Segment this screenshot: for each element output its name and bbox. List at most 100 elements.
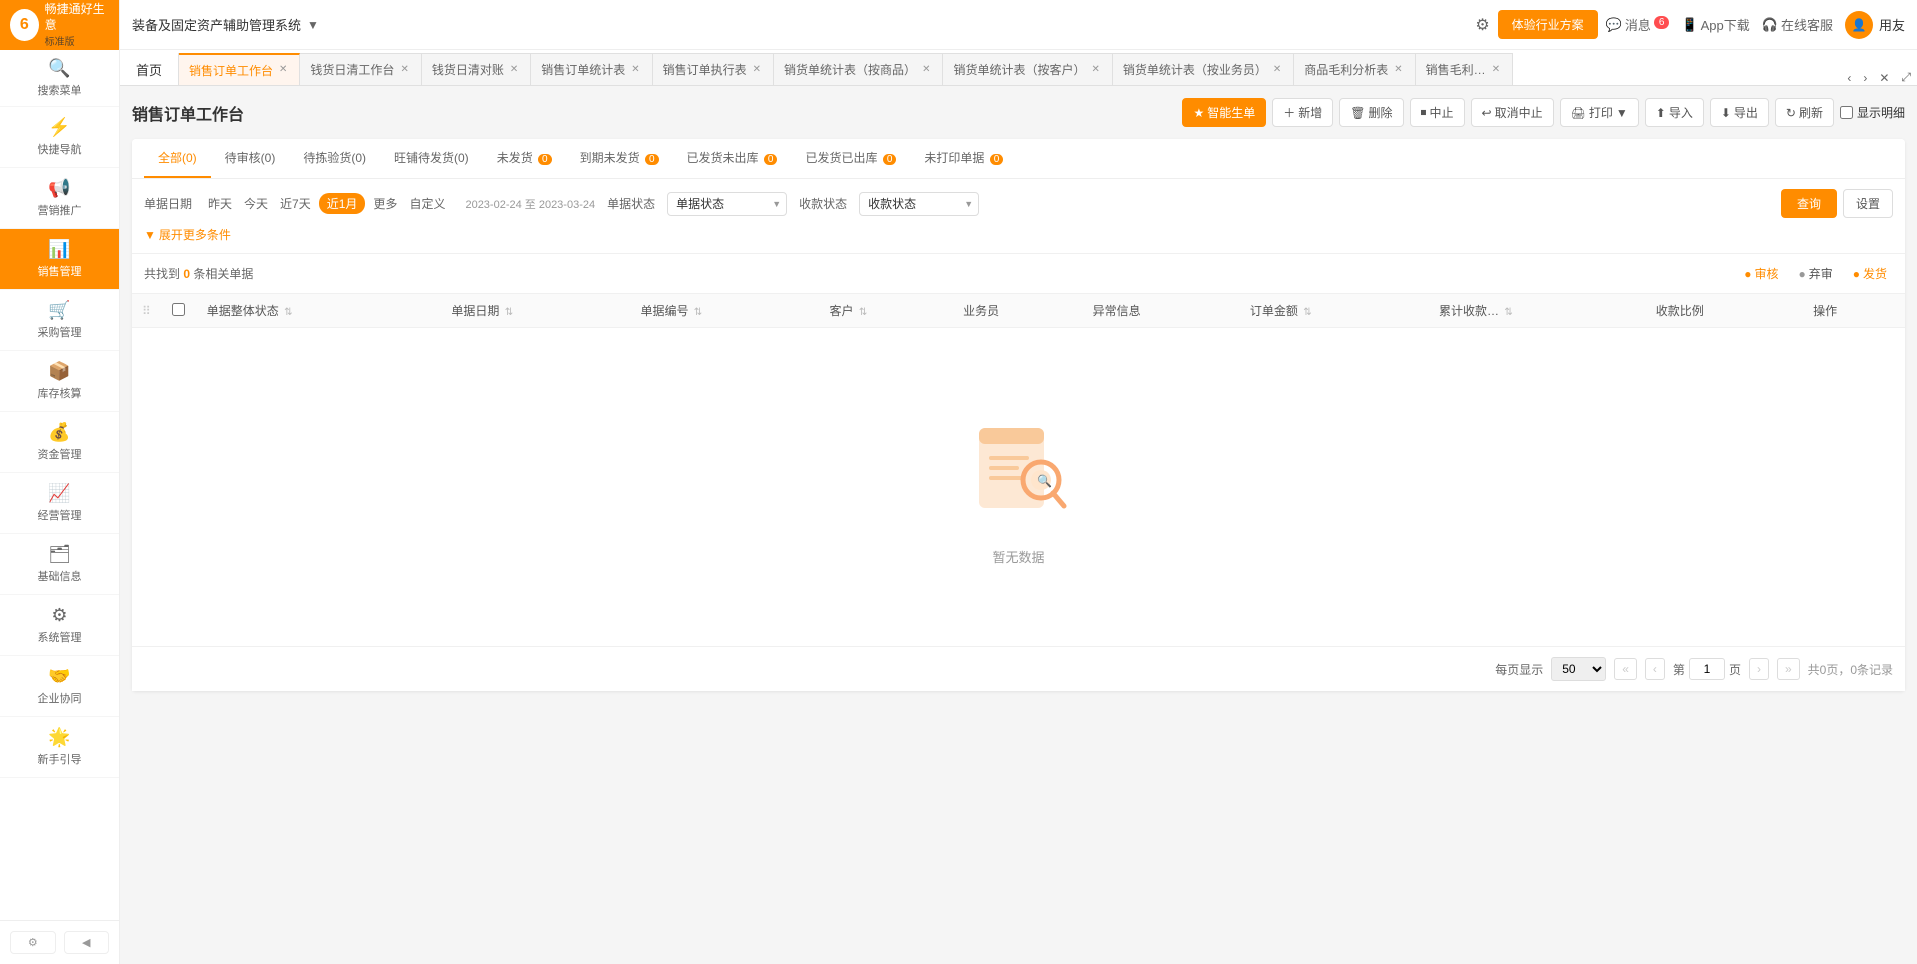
page-number-input[interactable] [1689,658,1725,680]
sort-collected-icon[interactable]: ⇅ [1504,307,1512,318]
date-btn-yesterday[interactable]: 昨天 [204,193,236,214]
date-btn-1month[interactable]: 近1月 [319,193,366,214]
sidebar-item-purchase[interactable]: 🛒 采购管理 [0,290,119,351]
date-btn-7days[interactable]: 近7天 [276,193,315,214]
sidebar-item-system[interactable]: ⚙ 系统管理 [0,595,119,656]
sort-customer-icon[interactable]: ⇅ [859,307,867,318]
tab-sales-salesperson[interactable]: 销货单统计表（按业务员） ✕ [1113,53,1294,85]
filter-setting-btn[interactable]: 设置 [1843,189,1893,218]
tab-gross-margin-close[interactable]: ✕ [1392,64,1404,76]
date-filter-btns: 昨天 今天 近7天 近1月 更多 自定义 [204,193,449,214]
sidebar-item-guide[interactable]: 🌟 新手引导 [0,717,119,778]
print-dropdown-icon: ▼ [1616,106,1628,120]
tab-home[interactable]: 首页 [120,53,179,85]
tab-order-exec[interactable]: 销售订单执行表 ✕ [653,53,774,85]
sidebar-item-sales[interactable]: 📊 销售管理 [0,229,119,290]
sidebar-item-enterprise[interactable]: 🤝 企业协同 [0,656,119,717]
subtab-not-shipped[interactable]: 未发货 0 [483,139,566,178]
topbar-gear-btn[interactable]: ⚙ [1475,15,1489,35]
date-btn-today[interactable]: 今天 [240,193,272,214]
last-page-btn[interactable]: » [1777,658,1800,680]
show-detail-checkbox[interactable]: 显示明细 [1840,104,1905,121]
app-download-btn[interactable]: 📱 App下载 [1681,15,1749,34]
tab-order-stats[interactable]: 销售订单统计表 ✕ [531,53,652,85]
next-page-btn[interactable]: › [1749,658,1769,680]
tab-sales-customer-close[interactable]: ✕ [1089,64,1101,76]
subtab-wangpu-ship[interactable]: 旺铺待发货(0) [380,139,483,178]
tab-reconcile[interactable]: 钱货日清对账 ✕ [422,53,531,85]
cancel-audit-action-btn[interactable]: ● 弃审 [1792,262,1838,285]
sort-amount-icon[interactable]: ⇅ [1303,307,1311,318]
cancel-stop-icon: ↩ [1482,106,1492,120]
date-btn-custom[interactable]: 自定义 [405,193,449,214]
sidebar-item-finance[interactable]: 💰 资金管理 [0,412,119,473]
tab-daily-clear[interactable]: 钱货日清工作台 ✕ [300,53,421,85]
user-menu[interactable]: 👤 用友 [1845,11,1905,39]
date-btn-more[interactable]: 更多 [369,193,401,214]
message-btn[interactable]: 💬 消息 6 [1606,15,1670,34]
tab-gross-margin[interactable]: 商品毛利分析表 ✕ [1294,53,1415,85]
system-dropdown-btn[interactable]: ▼ [307,18,319,32]
sidebar-item-operation-label: 经营管理 [38,507,82,523]
tab-reconcile-close[interactable]: ✕ [508,64,520,76]
subtab-not-printed[interactable]: 未打印单据 0 [910,139,1017,178]
sidebar-item-marketing[interactable]: 📢 营销推广 [0,168,119,229]
tab-sales-customer[interactable]: 销货单统计表（按客户） ✕ [943,53,1112,85]
tab-order-exec-label: 销售订单执行表 [663,61,747,78]
print-btn[interactable]: 🖨 打印 ▼ [1560,98,1639,127]
subtab-shipped-out[interactable]: 已发货已出库 0 [791,139,910,178]
tab-sales-gross-label: 销售毛利… [1426,61,1486,78]
tab-sales-goods[interactable]: 销货单统计表（按商品） ✕ [774,53,943,85]
sidebar-item-search[interactable]: 🔍 搜索菜单 [0,50,119,107]
sidebar-item-quicknav[interactable]: ⚡ 快捷导航 [0,107,119,168]
tab-daily-clear-close[interactable]: ✕ [398,64,410,76]
tab-order-exec-close[interactable]: ✕ [751,64,763,76]
page-size-select[interactable]: 50 20 100 [1551,657,1606,681]
tab-maximize-btn[interactable]: ⤢ [1895,70,1917,85]
tab-sales-salesperson-close[interactable]: ✕ [1271,64,1283,76]
import-btn[interactable]: ⬆ 导入 [1645,98,1704,127]
select-all-checkbox[interactable] [172,303,185,316]
smart-create-btn[interactable]: ★ 智能生单 [1182,98,1266,127]
tab-sales-gross[interactable]: 销售毛利… ✕ [1416,53,1513,85]
tab-close-all-btn[interactable]: ✕ [1873,71,1895,85]
tab-sales-goods-close[interactable]: ✕ [920,64,932,76]
stop-label: 中止 [1430,104,1454,121]
payment-filter-select[interactable]: 收款状态 [859,192,979,216]
subtab-shipped-not-out[interactable]: 已发货未出库 0 [673,139,792,178]
add-btn[interactable]: ＋ 新增 [1272,98,1333,127]
sidebar-item-inventory[interactable]: 📦 库存核算 [0,351,119,412]
subtab-overdue-ship[interactable]: 到期未发货 0 [566,139,673,178]
online-service-btn[interactable]: 🎧 在线客服 [1762,15,1833,34]
subtab-pending-audit[interactable]: 待审核(0) [211,139,290,178]
tab-sales-workbench[interactable]: 销售订单工作台 ✕ [179,53,300,85]
tab-sales-gross-close[interactable]: ✕ [1490,64,1502,76]
delete-btn[interactable]: 🗑 删除 [1339,98,1403,127]
subtab-pending-inspect[interactable]: 待拣验货(0) [289,139,380,178]
subtab-all[interactable]: 全部(0) [144,139,211,178]
tab-next-btn[interactable]: › [1857,71,1873,85]
query-btn[interactable]: 查询 [1781,189,1837,218]
first-page-btn[interactable]: « [1614,658,1637,680]
trial-btn[interactable]: 体验行业方案 [1498,10,1598,39]
refresh-btn[interactable]: ↻ 刷新 [1775,98,1834,127]
sidebar-item-operation[interactable]: 📈 经营管理 [0,473,119,534]
sort-number-icon[interactable]: ⇅ [694,307,702,318]
sidebar-settings-btn[interactable]: ⚙ [10,931,56,954]
prev-page-btn[interactable]: ‹ [1645,658,1665,680]
tab-sales-workbench-close[interactable]: ✕ [277,64,289,76]
sort-date-icon[interactable]: ⇅ [505,307,513,318]
expand-filter-btn[interactable]: ▼ 展开更多条件 [144,226,231,243]
show-detail-input[interactable] [1840,106,1853,119]
audit-action-btn[interactable]: ● 审核 [1738,262,1784,285]
export-btn[interactable]: ⬇ 导出 [1710,98,1769,127]
cancel-stop-btn[interactable]: ↩ 取消中止 [1471,98,1554,127]
tab-order-stats-close[interactable]: ✕ [629,64,641,76]
ship-action-btn[interactable]: ● 发货 [1847,262,1893,285]
tab-prev-btn[interactable]: ‹ [1841,71,1857,85]
sidebar-collapse-btn[interactable]: ◀ [64,931,110,954]
sort-status-icon[interactable]: ⇅ [284,307,292,318]
sidebar-item-basic[interactable]: 🗂 基础信息 [0,534,119,595]
status-filter-select[interactable]: 单据状态 [667,192,787,216]
stop-btn[interactable]: ⏹ 中止 [1410,98,1465,127]
